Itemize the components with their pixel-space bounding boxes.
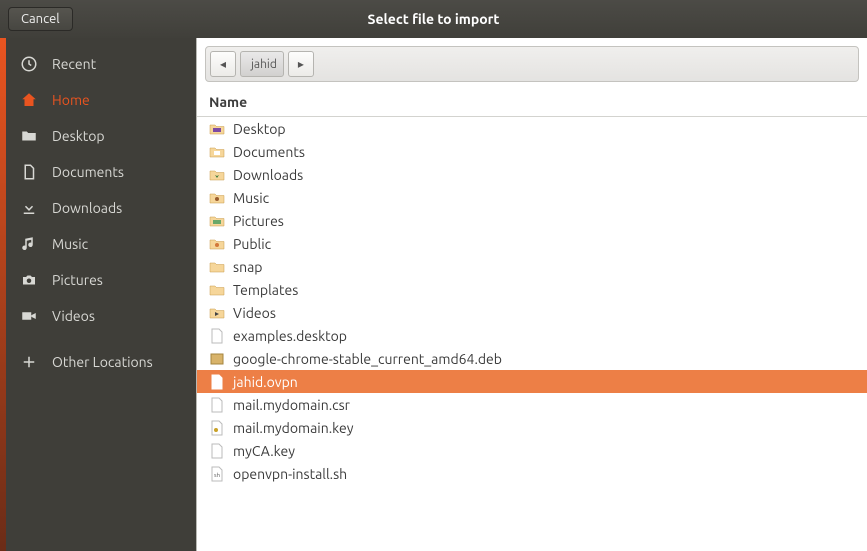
folder-plain-icon — [209, 259, 225, 275]
sidebar-item-downloads[interactable]: Downloads — [6, 190, 196, 226]
titlebar: Cancel Select file to import — [0, 0, 867, 38]
file-row[interactable]: Public — [197, 232, 867, 255]
sidebar-item-label: Other Locations — [52, 354, 153, 370]
file-name: Public — [233, 236, 271, 252]
file-row[interactable]: Documents — [197, 140, 867, 163]
file-script-icon: sh — [209, 466, 225, 482]
file-name: Desktop — [233, 121, 286, 137]
file-name: myCA.key — [233, 443, 295, 459]
file-text-icon — [209, 397, 225, 413]
file-row[interactable]: mail.mydomain.key — [197, 416, 867, 439]
sidebar-item-label: Home — [52, 92, 90, 108]
sidebar: Recent Home Desktop Documents Downloads Music… — [6, 38, 196, 551]
plus-icon — [20, 353, 38, 371]
home-icon — [20, 91, 38, 109]
folder-music-icon — [209, 190, 225, 206]
file-name: mail.mydomain.csr — [233, 397, 350, 413]
folder-pics-icon — [209, 213, 225, 229]
file-list[interactable]: Desktop Documents Downloads Music Pictures Pu… — [197, 117, 867, 551]
camera-icon — [20, 271, 38, 289]
file-name: Videos — [233, 305, 276, 321]
file-row[interactable]: mail.mydomain.csr — [197, 393, 867, 416]
sidebar-item-label: Pictures — [52, 272, 103, 288]
path-bar: ◂ jahid ▸ — [205, 46, 859, 82]
path-current-label: jahid — [251, 58, 277, 71]
sidebar-item-label: Videos — [52, 308, 95, 324]
download-icon — [20, 199, 38, 217]
cancel-button[interactable]: Cancel — [8, 7, 73, 31]
file-name: examples.desktop — [233, 328, 347, 344]
window-title: Select file to import — [368, 11, 500, 27]
folder-down-icon — [209, 167, 225, 183]
file-row[interactable]: sh openvpn-install.sh — [197, 462, 867, 485]
sidebar-item-label: Music — [52, 236, 88, 252]
sidebar-item-documents[interactable]: Documents — [6, 154, 196, 190]
file-name: Music — [233, 190, 269, 206]
file-row[interactable]: jahid.ovpn — [197, 370, 867, 393]
file-key-icon — [209, 420, 225, 436]
file-row[interactable]: myCA.key — [197, 439, 867, 462]
file-name: Downloads — [233, 167, 303, 183]
file-name: mail.mydomain.key — [233, 420, 353, 436]
file-row[interactable]: Desktop — [197, 117, 867, 140]
file-name: google-chrome-stable_current_amd64.deb — [233, 351, 502, 367]
file-name: Documents — [233, 144, 305, 160]
sidebar-item-label: Recent — [52, 56, 96, 72]
sidebar-item-videos[interactable]: Videos — [6, 298, 196, 334]
sidebar-item-home[interactable]: Home — [6, 82, 196, 118]
file-row[interactable]: examples.desktop — [197, 324, 867, 347]
sidebar-item-other-locations[interactable]: Other Locations — [6, 344, 196, 380]
path-back-button[interactable]: ◂ — [210, 51, 236, 77]
sidebar-item-pictures[interactable]: Pictures — [6, 262, 196, 298]
file-row[interactable]: Music — [197, 186, 867, 209]
document-icon — [20, 163, 38, 181]
folder-desktop-icon — [209, 121, 225, 137]
path-current-folder[interactable]: jahid — [240, 51, 284, 77]
file-name: Pictures — [233, 213, 284, 229]
sidebar-item-label: Desktop — [52, 128, 105, 144]
file-archive-icon — [209, 351, 225, 367]
folder-plain-icon — [209, 282, 225, 298]
file-row[interactable]: Pictures — [197, 209, 867, 232]
sidebar-item-music[interactable]: Music — [6, 226, 196, 262]
file-text-icon — [209, 328, 225, 344]
main-panel: ◂ jahid ▸ Name Desktop Documents Downloads… — [196, 38, 867, 551]
path-forward-button[interactable]: ▸ — [288, 51, 314, 77]
video-icon — [20, 307, 38, 325]
file-name: jahid.ovpn — [233, 374, 298, 390]
file-name: Templates — [233, 282, 298, 298]
folder-icon — [20, 127, 38, 145]
folder-videos-icon — [209, 305, 225, 321]
column-name[interactable]: Name — [205, 90, 251, 116]
folder-public-icon — [209, 236, 225, 252]
file-row[interactable]: Videos — [197, 301, 867, 324]
file-row[interactable]: Templates — [197, 278, 867, 301]
file-text-icon — [209, 374, 225, 390]
sidebar-item-label: Downloads — [52, 200, 122, 216]
folder-docs-icon — [209, 144, 225, 160]
column-headers: Name — [197, 86, 867, 117]
file-text-icon — [209, 443, 225, 459]
sidebar-item-label: Documents — [52, 164, 124, 180]
file-row[interactable]: google-chrome-stable_current_amd64.deb — [197, 347, 867, 370]
file-row[interactable]: snap — [197, 255, 867, 278]
sidebar-item-recent[interactable]: Recent — [6, 46, 196, 82]
clock-icon — [20, 55, 38, 73]
file-name: snap — [233, 259, 262, 275]
sidebar-item-desktop[interactable]: Desktop — [6, 118, 196, 154]
music-icon — [20, 235, 38, 253]
file-row[interactable]: Downloads — [197, 163, 867, 186]
file-name: openvpn-install.sh — [233, 466, 347, 482]
svg-text:sh: sh — [214, 472, 220, 479]
